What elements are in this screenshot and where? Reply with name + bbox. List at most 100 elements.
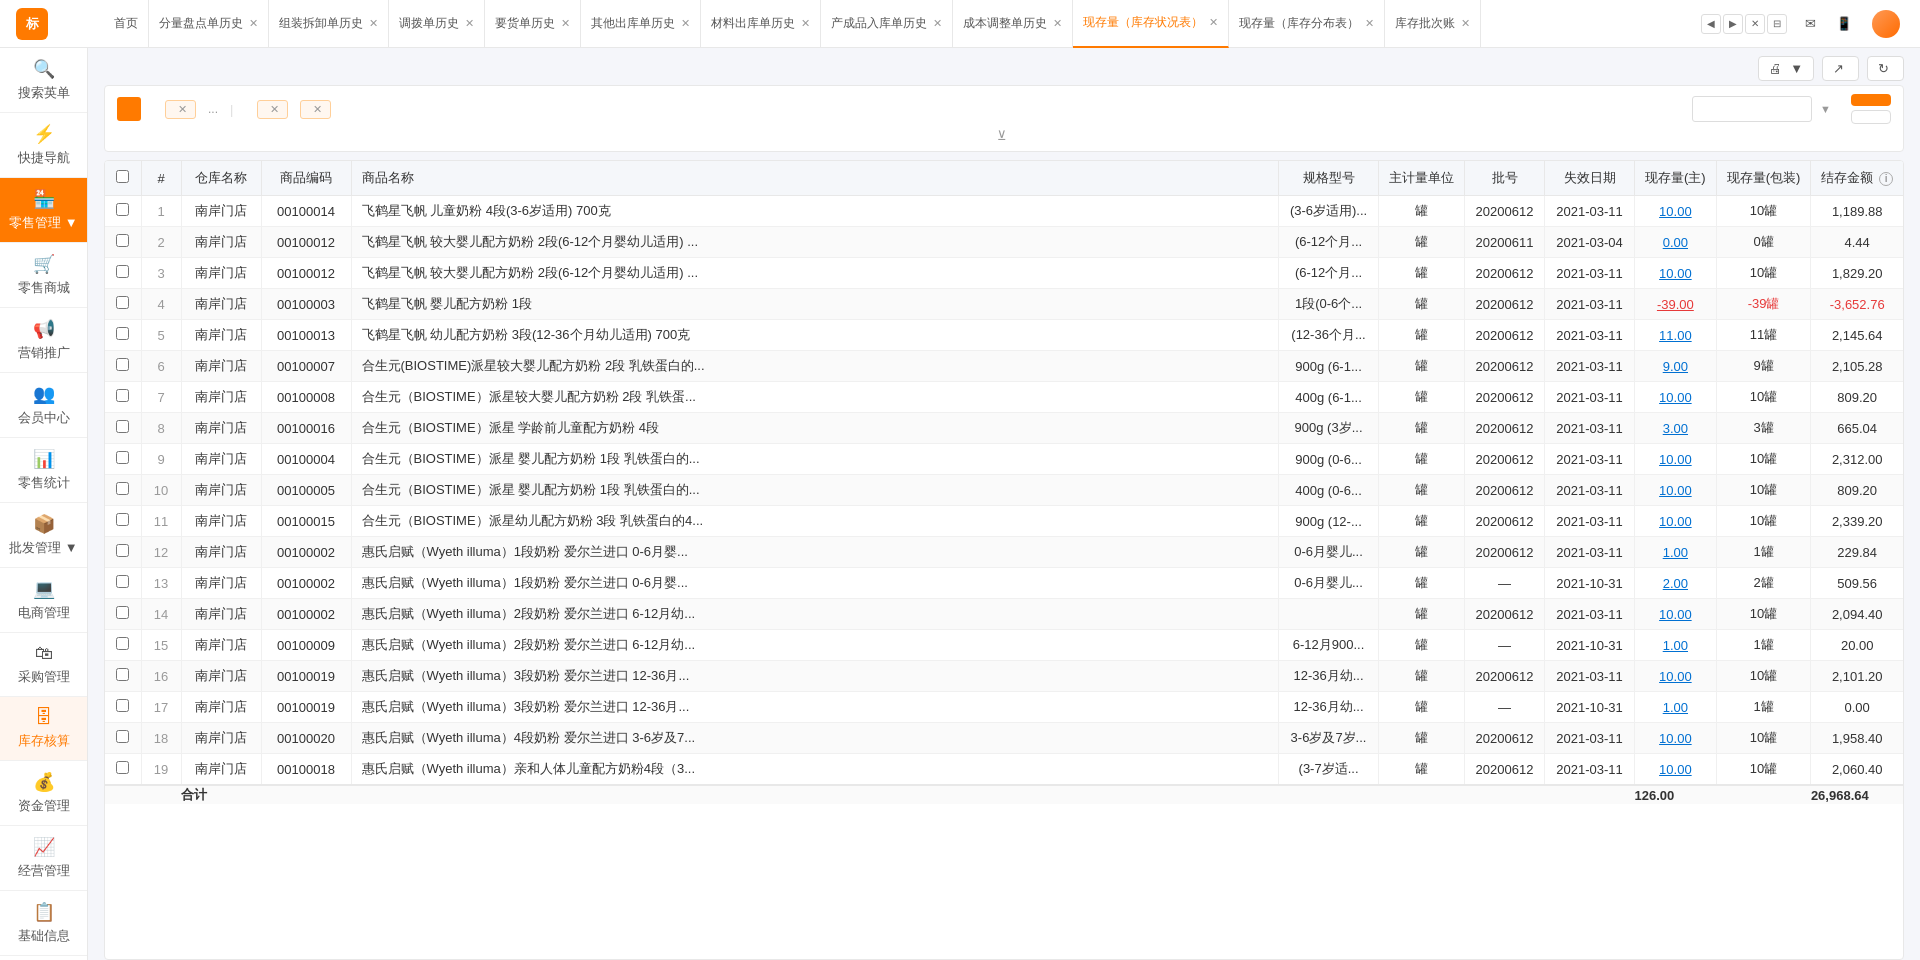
print-btn[interactable]: 🖨 ▼ bbox=[1758, 56, 1814, 81]
color-input[interactable] bbox=[1692, 96, 1812, 122]
tab-require[interactable]: 要货单历史 ✕ bbox=[485, 0, 581, 48]
user-area[interactable] bbox=[1872, 10, 1904, 38]
expand-conditions-btn[interactable]: ⊻ bbox=[117, 124, 1891, 143]
product-tag1-close[interactable]: ✕ bbox=[270, 103, 279, 116]
row-checkbox[interactable] bbox=[105, 754, 141, 786]
row-checkbox[interactable] bbox=[105, 413, 141, 444]
tab-close-icon[interactable]: ✕ bbox=[1461, 17, 1470, 30]
sidebar-item-shortcut[interactable]: ⚡ 快捷导航 bbox=[0, 113, 87, 178]
row-checkbox[interactable] bbox=[105, 537, 141, 568]
row-checkbox[interactable] bbox=[105, 258, 141, 289]
row-checkbox[interactable] bbox=[105, 723, 141, 754]
sidebar-item-purchase[interactable]: 🛍 采购管理 bbox=[0, 633, 87, 697]
tab-close-icon[interactable]: ✕ bbox=[249, 17, 258, 30]
filter-right: ▼ bbox=[1684, 96, 1831, 122]
refresh-btn[interactable]: ↻ bbox=[1867, 56, 1904, 81]
tab-close-icon[interactable]: ✕ bbox=[801, 17, 810, 30]
export-btn[interactable]: ↗ bbox=[1822, 56, 1859, 81]
row-unit: 罐 bbox=[1379, 754, 1465, 786]
row-name: 合生元（BIOSTIME）派星 婴儿配方奶粉 1段 乳铁蛋白的... bbox=[351, 444, 1279, 475]
tab-stock-dist[interactable]: 现存量（库存分布表） ✕ bbox=[1229, 0, 1385, 48]
product-tag2-close[interactable]: ✕ bbox=[313, 103, 322, 116]
row-batch: 20200612 bbox=[1465, 506, 1545, 537]
sidebar-item-search[interactable]: 🔍 搜索英单 bbox=[0, 48, 87, 113]
sidebar-item-retail-store[interactable]: 🛒 零售商城 bbox=[0, 243, 87, 308]
tab-close-icon[interactable]: ✕ bbox=[465, 17, 474, 30]
tab-close-icon[interactable]: ✕ bbox=[933, 17, 942, 30]
message-btn[interactable]: ✉ bbox=[1805, 16, 1820, 31]
balance-info-icon[interactable]: i bbox=[1879, 172, 1893, 186]
sidebar-item-retail-stat[interactable]: 📊 零售统计 bbox=[0, 438, 87, 503]
sidebar-item-system[interactable]: ⚙ 系统管理 bbox=[0, 956, 87, 960]
row-checkbox[interactable] bbox=[105, 320, 141, 351]
tab-cost-adjust[interactable]: 成本调整单历史 ✕ bbox=[953, 0, 1073, 48]
tab-home[interactable]: 首页 bbox=[104, 0, 149, 48]
tab-disassemble[interactable]: 组装拆卸单历史 ✕ bbox=[269, 0, 389, 48]
warehouse-tag[interactable]: ✕ bbox=[165, 100, 196, 119]
tab-close-icon[interactable]: ✕ bbox=[1209, 16, 1218, 29]
app-download-btn[interactable]: 📱 bbox=[1836, 16, 1856, 31]
sidebar-item-operations[interactable]: 📈 经营管理 bbox=[0, 826, 87, 891]
tab-stock-status[interactable]: 现存量（库存状况表） ✕ bbox=[1073, 0, 1229, 48]
warehouse-tag-close[interactable]: ✕ bbox=[178, 103, 187, 116]
tab-close-icon[interactable]: ✕ bbox=[1053, 17, 1062, 30]
table-row: 11 南岸门店 00100015 合生元（BIOSTIME）派星幼儿配方奶粉 3… bbox=[105, 506, 1903, 537]
tab-adjust[interactable]: 调拨单历史 ✕ bbox=[389, 0, 485, 48]
warehouse-more[interactable]: ... bbox=[208, 102, 218, 116]
row-checkbox[interactable] bbox=[105, 506, 141, 537]
row-index: 16 bbox=[141, 661, 181, 692]
row-checkbox[interactable] bbox=[105, 382, 141, 413]
product-tag1[interactable]: ✕ bbox=[257, 100, 288, 119]
tab-close-icon[interactable]: ✕ bbox=[681, 17, 690, 30]
row-checkbox[interactable] bbox=[105, 599, 141, 630]
row-checkbox[interactable] bbox=[105, 568, 141, 599]
sidebar-item-basic[interactable]: 📋 基础信息 bbox=[0, 891, 87, 956]
col-checkbox[interactable] bbox=[105, 161, 141, 196]
tab-material-out[interactable]: 材料出库单历史 ✕ bbox=[701, 0, 821, 48]
sidebar-item-finance[interactable]: 💰 资金管理 bbox=[0, 761, 87, 826]
sidebar-item-marketing[interactable]: 📢 营销推广 bbox=[0, 308, 87, 373]
row-checkbox[interactable] bbox=[105, 661, 141, 692]
row-spec: 900g (3岁... bbox=[1279, 413, 1379, 444]
sidebar-item-member[interactable]: 👥 会员中心 bbox=[0, 373, 87, 438]
row-checkbox[interactable] bbox=[105, 227, 141, 258]
sidebar-item-inventory[interactable]: 🗄 库存核算 bbox=[0, 697, 87, 761]
row-checkbox[interactable] bbox=[105, 196, 141, 227]
row-stock-pkg: 10罐 bbox=[1716, 599, 1811, 630]
row-checkbox[interactable] bbox=[105, 444, 141, 475]
tab-menu-btn[interactable]: ⊟ bbox=[1767, 14, 1787, 34]
row-checkbox[interactable] bbox=[105, 289, 141, 320]
color-dropdown-icon[interactable]: ▼ bbox=[1820, 103, 1831, 115]
row-unit: 罐 bbox=[1379, 475, 1465, 506]
tab-product-in[interactable]: 产成品入库单历史 ✕ bbox=[821, 0, 953, 48]
select-all-checkbox[interactable] bbox=[116, 170, 129, 183]
sidebar-item-ecommerce[interactable]: 💻 电商管理 bbox=[0, 568, 87, 633]
sidebar-item-retail[interactable]: 🏪 零售管理 ▼ bbox=[0, 178, 87, 243]
row-name: 合生元（BIOSTIME）派星 婴儿配方奶粉 1段 乳铁蛋白的... bbox=[351, 475, 1279, 506]
tab-close-icon[interactable]: ✕ bbox=[561, 17, 570, 30]
query-btn[interactable] bbox=[1851, 94, 1891, 106]
row-stock-main: 10.00 bbox=[1635, 382, 1717, 413]
row-expire: 2021-03-11 bbox=[1545, 196, 1635, 227]
product-tag2[interactable]: ✕ bbox=[300, 100, 331, 119]
tab-other-out[interactable]: 其他出库单历史 ✕ bbox=[581, 0, 701, 48]
row-checkbox[interactable] bbox=[105, 475, 141, 506]
tab-close-icon[interactable]: ✕ bbox=[369, 17, 378, 30]
row-store: 南岸门店 bbox=[181, 413, 261, 444]
row-checkbox[interactable] bbox=[105, 351, 141, 382]
sidebar-item-wholesale[interactable]: 📦 批发管理 ▼ bbox=[0, 503, 87, 568]
row-balance: 2,312.00 bbox=[1811, 444, 1903, 475]
tab-split-inventory[interactable]: 分量盘点单历史 ✕ bbox=[149, 0, 269, 48]
tab-close-btn[interactable]: ✕ bbox=[1745, 14, 1765, 34]
row-checkbox[interactable] bbox=[105, 692, 141, 723]
footer-label: 合计 bbox=[181, 785, 1635, 804]
tab-close-icon[interactable]: ✕ bbox=[1365, 17, 1374, 30]
row-index: 8 bbox=[141, 413, 181, 444]
tab-prev-btn[interactable]: ◀ bbox=[1701, 14, 1721, 34]
filter-expand-btn[interactable] bbox=[117, 97, 141, 121]
setting-btn[interactable] bbox=[1851, 110, 1891, 124]
row-checkbox[interactable] bbox=[105, 630, 141, 661]
col-balance: 结存金额 i bbox=[1811, 161, 1903, 196]
tab-batch-voucher[interactable]: 库存批次账 ✕ bbox=[1385, 0, 1481, 48]
tab-next-btn[interactable]: ▶ bbox=[1723, 14, 1743, 34]
